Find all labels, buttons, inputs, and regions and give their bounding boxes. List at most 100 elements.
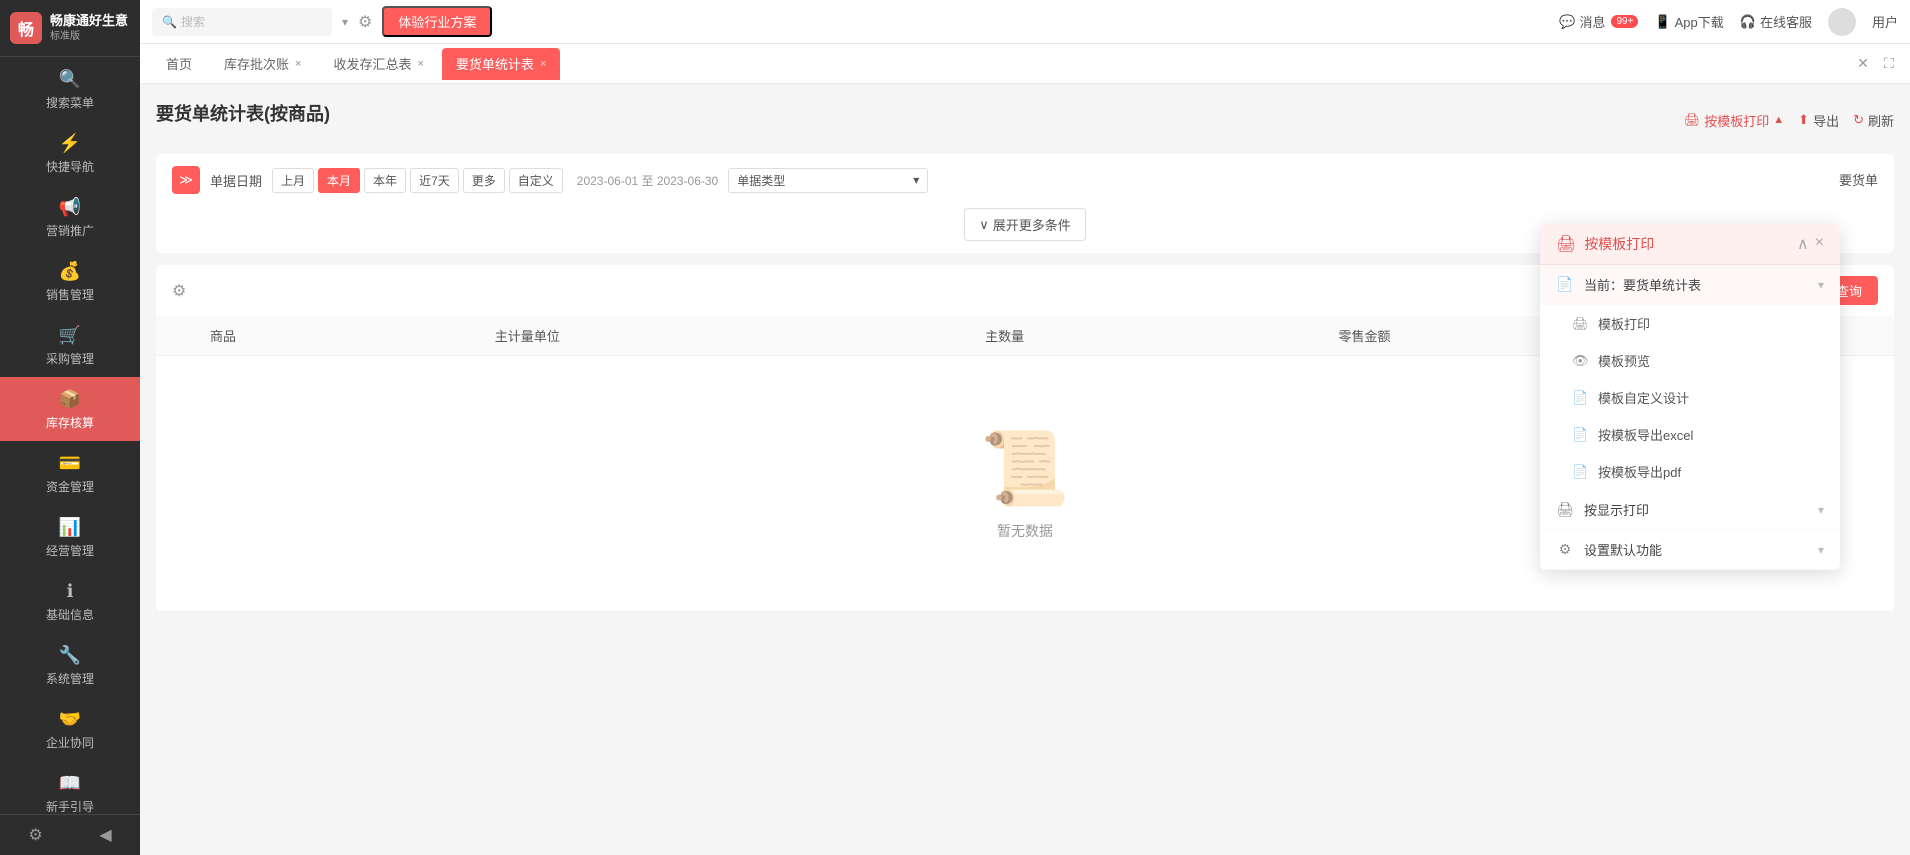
- expand-more-button[interactable]: ∨ 展开更多条件: [964, 208, 1086, 241]
- dropdown-item-template-preview[interactable]: 👁 模板预览: [1540, 342, 1840, 379]
- dropdown-header: 🖨 按模板打印 ∧ ×: [1540, 224, 1840, 265]
- sidebar-item-enterprise[interactable]: 🤝 企业协同: [0, 697, 140, 761]
- online-service-button[interactable]: 🎧 在线客服: [1740, 12, 1812, 31]
- dropdown-item-template-print[interactable]: 🖨 模板打印: [1540, 305, 1840, 342]
- tab-receipt-summary-close[interactable]: ×: [417, 58, 423, 70]
- display-print-arrow: ▾: [1818, 503, 1824, 517]
- type-select[interactable]: 单据类型 ▾: [728, 168, 928, 193]
- template-design-label: 模板自定义设计: [1598, 388, 1689, 407]
- dropdown-item-default-settings[interactable]: ⚙ 设置默认功能 ▾: [1540, 530, 1840, 570]
- sidebar-item-label-sales: 销售管理: [46, 286, 94, 303]
- tab-home[interactable]: 首页: [152, 48, 206, 80]
- sidebar-item-quick-nav[interactable]: ⚡ 快捷导航: [0, 121, 140, 185]
- finance-icon: 💳: [59, 453, 81, 474]
- tab-receipt-summary[interactable]: 收发存汇总表 ×: [319, 48, 437, 80]
- headset-icon: 🎧: [1740, 14, 1756, 30]
- dropdown-item-template-design[interactable]: 📄 模板自定义设计: [1540, 379, 1840, 416]
- dropdown-close-icon[interactable]: ×: [1815, 234, 1824, 254]
- dropdown-item-export-pdf[interactable]: 📄 按模板导出pdf: [1540, 453, 1840, 490]
- sidebar-item-label-basic-info: 基础信息: [46, 606, 94, 623]
- tab-order-summary[interactable]: 要货单统计表 ×: [442, 48, 560, 80]
- messages-button[interactable]: 💬 消息 99+: [1559, 12, 1638, 31]
- user-avatar[interactable]: [1828, 8, 1856, 36]
- sidebar-item-inventory[interactable]: 📦 库存核算: [0, 377, 140, 441]
- sidebar-item-search[interactable]: 🔍 搜索菜单: [0, 57, 140, 121]
- messages-badge: 99+: [1611, 15, 1638, 28]
- sidebar-item-guide[interactable]: 📖 新手引导: [0, 761, 140, 814]
- sidebar: 畅 畅康通好生意 标准版 🔍 搜索菜单 ⚡ 快捷导航 📢 营销推广 💰 销售管理…: [0, 0, 140, 855]
- template-print-icon: 🖨: [1572, 316, 1588, 332]
- date-btn-last-7days[interactable]: 近7天: [410, 168, 459, 193]
- settings-icon[interactable]: ⚙: [28, 825, 42, 845]
- topbar-search[interactable]: 🔍 搜索: [152, 8, 332, 36]
- sidebar-item-operation[interactable]: 📊 经营管理: [0, 505, 140, 569]
- collapse-icon[interactable]: ◀: [99, 825, 111, 845]
- table-settings-icon[interactable]: ⚙: [172, 281, 186, 301]
- date-buttons: 上月 本月 本年 近7天 更多 自定义: [272, 168, 563, 193]
- goods-filter: 要货单: [1839, 170, 1878, 190]
- refresh-button[interactable]: ↻ 刷新: [1853, 111, 1894, 130]
- export-excel-icon: 📄: [1572, 427, 1588, 443]
- template-print-label: 模板打印: [1598, 314, 1650, 333]
- dropdown-header-title: 🖨 按模板打印: [1556, 234, 1654, 254]
- window-maximize-icon[interactable]: ⛶: [1880, 55, 1898, 73]
- sidebar-bottom: ⚙ ◀: [0, 814, 140, 855]
- filter-expand-button[interactable]: ≫: [172, 166, 200, 194]
- topbar-chevron-icon[interactable]: ▾: [342, 15, 348, 29]
- default-settings-arrow: ▾: [1818, 543, 1824, 557]
- date-btn-more[interactable]: 更多: [463, 168, 505, 193]
- empty-illustration: 📜: [980, 426, 1070, 511]
- print-label: 按模板打印: [1704, 111, 1769, 130]
- user-name: 用户: [1872, 12, 1898, 31]
- tab-batch-account[interactable]: 库存批次账 ×: [210, 48, 315, 80]
- sidebar-item-system[interactable]: 🔧 系统管理: [0, 633, 140, 697]
- refresh-icon: ↻: [1853, 112, 1864, 128]
- date-btn-last-month[interactable]: 上月: [272, 168, 314, 193]
- window-close-icon[interactable]: ✕: [1854, 55, 1872, 73]
- sidebar-item-label-finance: 资金管理: [46, 478, 94, 495]
- tab-order-summary-close[interactable]: ×: [540, 58, 546, 70]
- app-version: 标准版: [50, 30, 128, 43]
- expand-more-label: 展开更多条件: [993, 215, 1071, 234]
- sidebar-item-basic-info[interactable]: ℹ 基础信息: [0, 569, 140, 633]
- topbar-gear-icon[interactable]: ⚙: [358, 12, 372, 32]
- template-preview-icon: 👁: [1572, 353, 1588, 369]
- empty-text: 暂无数据: [997, 521, 1053, 541]
- export-button[interactable]: ⬆ 导出: [1798, 111, 1839, 130]
- sidebar-item-label-inventory: 库存核算: [46, 414, 94, 431]
- sidebar-item-label-quick-nav: 快捷导航: [46, 158, 94, 175]
- tab-batch-account-close[interactable]: ×: [295, 58, 301, 70]
- dropdown-item-export-excel[interactable]: 📄 按模板导出excel: [1540, 416, 1840, 453]
- date-btn-this-year[interactable]: 本年: [364, 168, 406, 193]
- date-filter-label: 单据日期: [210, 171, 262, 190]
- dropdown-item-display-print[interactable]: 🖨 按显示打印 ▾: [1540, 490, 1840, 530]
- dropdown-current-item[interactable]: 📄 当前：要货单统计表 ▾: [1540, 265, 1840, 305]
- sidebar-item-sales[interactable]: 💰 销售管理: [0, 249, 140, 313]
- tabs-bar: 首页 库存批次账 × 收发存汇总表 × 要货单统计表 × ✕ ⛶: [140, 44, 1910, 84]
- sidebar-item-label-purchase: 采购管理: [46, 350, 94, 367]
- app-download-button[interactable]: 📱 App下载: [1654, 12, 1723, 31]
- dropdown-title-label: 按模板打印: [1584, 234, 1654, 254]
- inventory-icon: 📦: [59, 389, 81, 410]
- sidebar-scroll: 🔍 搜索菜单 ⚡ 快捷导航 📢 营销推广 💰 销售管理 🛒 采购管理 📦 库存核…: [0, 57, 140, 814]
- app-download-label: App下载: [1675, 12, 1724, 31]
- date-btn-custom[interactable]: 自定义: [509, 168, 563, 193]
- dropdown-header-controls: ∧ ×: [1797, 234, 1824, 254]
- online-service-label: 在线客服: [1760, 12, 1812, 31]
- print-dropdown-panel: 🖨 按模板打印 ∧ × 📄 当前：要货单统计表 ▾ 🖨 模板打印 �: [1540, 224, 1840, 570]
- date-btn-this-month[interactable]: 本月: [318, 168, 360, 193]
- dropdown-current-arrow: ▾: [1818, 278, 1824, 292]
- sidebar-item-finance[interactable]: 💳 资金管理: [0, 441, 140, 505]
- sidebar-item-purchase[interactable]: 🛒 采购管理: [0, 313, 140, 377]
- main-area: 🔍 搜索 ▾ ⚙ 体验行业方案 💬 消息 99+ 📱 App下载 🎧 在线客服 …: [140, 0, 1910, 855]
- trial-button[interactable]: 体验行业方案: [382, 6, 492, 37]
- quick-nav-icon: ⚡: [59, 133, 81, 154]
- enterprise-icon: 🤝: [59, 709, 81, 730]
- sidebar-item-marketing[interactable]: 📢 营销推广: [0, 185, 140, 249]
- dropdown-collapse-icon[interactable]: ∧: [1797, 234, 1809, 254]
- search-menu-icon: 🔍: [59, 69, 81, 90]
- print-template-button[interactable]: 🖨 按模板打印 ▲: [1684, 111, 1784, 130]
- default-settings-icon: ⚙: [1556, 541, 1574, 558]
- template-preview-label: 模板预览: [1598, 351, 1650, 370]
- expand-more-icon: ∨: [979, 217, 989, 233]
